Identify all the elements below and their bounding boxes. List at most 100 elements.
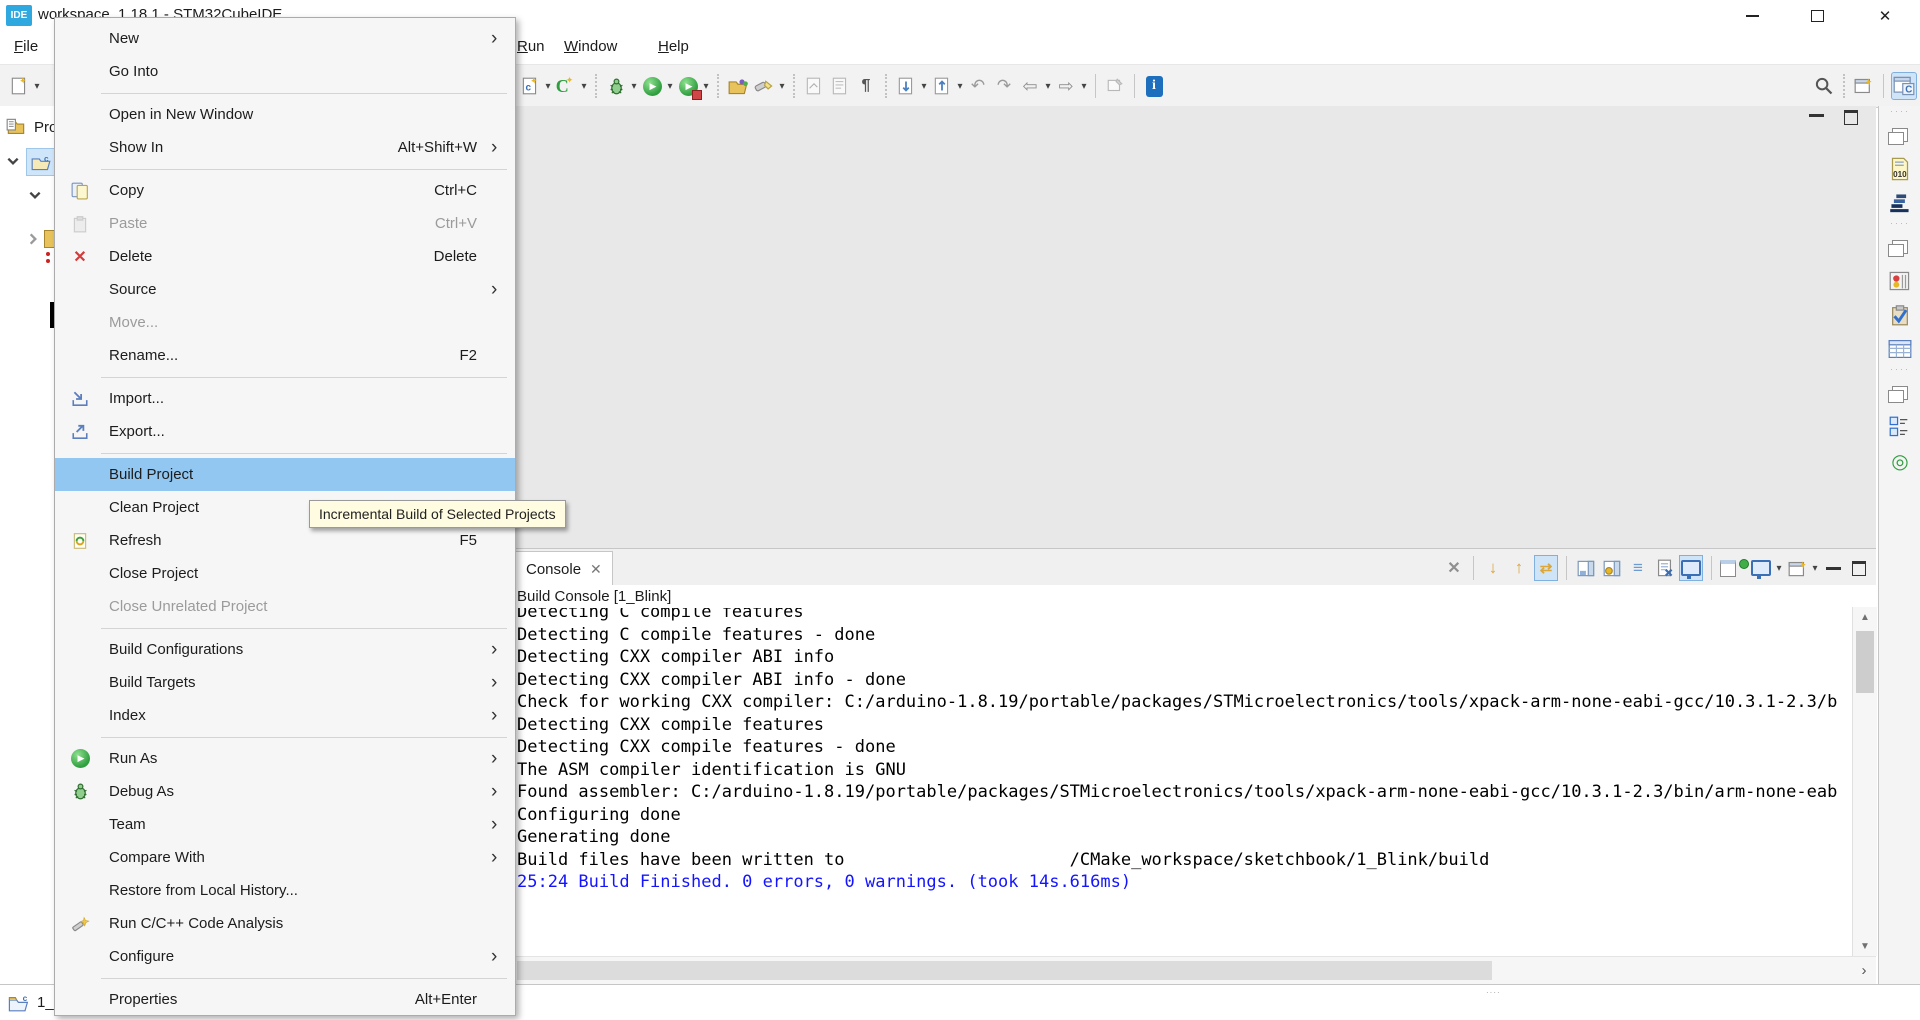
horizontal-scrollbar[interactable]: › <box>515 956 1876 985</box>
tab-close-icon[interactable]: ✕ <box>590 561 602 578</box>
display-selected-console-icon[interactable] <box>1750 556 1772 580</box>
clear-console-icon[interactable] <box>1653 556 1675 580</box>
build-file-icon[interactable] <box>802 73 826 99</box>
menu-item-move[interactable]: Move... <box>55 306 515 339</box>
restore-button[interactable] <box>1794 0 1840 32</box>
new-wizard-dropdown[interactable] <box>32 73 42 99</box>
pilcrow-icon[interactable] <box>854 73 878 99</box>
restore-views-icon[interactable] <box>1879 120 1920 150</box>
menu-item-paste[interactable]: Paste Ctrl+V <box>55 207 515 240</box>
menu-item-open-in-new-window[interactable]: Open in New Window <box>55 98 515 131</box>
scrollbar-thumb[interactable] <box>1856 631 1874 693</box>
minimize-editor-button[interactable] <box>1809 114 1824 117</box>
run-icon[interactable] <box>640 73 664 99</box>
menu-help[interactable]: Help <box>652 36 695 64</box>
minimize-button[interactable] <box>1729 0 1775 32</box>
menu-item-team[interactable]: Team <box>55 808 515 841</box>
new-c-file-icon[interactable]: c <box>518 73 542 99</box>
scrollbar-thumb[interactable] <box>517 961 1492 980</box>
flashlight-dropdown[interactable] <box>777 73 787 99</box>
menu-item-copy[interactable]: Copy Ctrl+C <box>55 174 515 207</box>
document-icon[interactable] <box>828 73 852 99</box>
binary-view-icon[interactable]: 010 <box>1879 154 1920 184</box>
target-view-icon[interactable] <box>1879 446 1920 476</box>
forward-dropdown[interactable] <box>1079 73 1089 99</box>
menu-item-export[interactable]: Export... <box>55 415 515 448</box>
menu-item-source[interactable]: Source <box>55 273 515 306</box>
previous-error-icon[interactable] <box>1508 556 1530 580</box>
menu-item-new[interactable]: New <box>55 22 515 55</box>
previous-annotation-icon[interactable] <box>930 73 954 99</box>
next-annotation-dropdown[interactable] <box>919 73 929 99</box>
menu-item-configure[interactable]: Configure <box>55 940 515 973</box>
outline-view-icon[interactable] <box>1879 412 1920 442</box>
tasks-view-icon[interactable] <box>1879 300 1920 330</box>
word-wrap-icon[interactable] <box>1627 556 1649 580</box>
tree-chevron-expanded-2[interactable] <box>28 188 42 206</box>
display-console-dropdown[interactable] <box>1774 555 1784 581</box>
menu-item-properties[interactable]: Properties Alt+Enter <box>55 983 515 1016</box>
last-edit-back-icon[interactable] <box>966 73 990 99</box>
menu-item-build-project[interactable]: Build Project <box>55 458 515 491</box>
forward-icon[interactable] <box>1054 73 1078 99</box>
scroll-up-icon[interactable]: ▲ <box>1853 607 1877 627</box>
scroll-right-icon[interactable]: › <box>1854 961 1874 980</box>
open-console-icon[interactable] <box>1786 556 1808 580</box>
pin-editor-icon[interactable] <box>1103 73 1127 99</box>
last-edit-forward-icon[interactable] <box>992 73 1016 99</box>
menu-item-run-code-analysis[interactable]: Run C/C++ Code Analysis <box>55 907 515 940</box>
back-dropdown[interactable] <box>1043 73 1053 99</box>
menu-item-debug-as[interactable]: Debug As <box>55 775 515 808</box>
new-wizard-icon[interactable] <box>7 73 31 99</box>
search-icon[interactable] <box>1812 73 1836 99</box>
new-cpp-project-icon[interactable]: C ✦ <box>554 73 578 99</box>
selected-project-item[interactable]: c <box>26 148 56 176</box>
menu-file[interactable]: File <box>8 36 44 64</box>
flashlight-search-icon[interactable] <box>752 73 776 99</box>
terminate-icon[interactable] <box>1443 556 1465 580</box>
debug-dropdown[interactable] <box>629 73 639 99</box>
project-explorer-tab[interactable]: Pro <box>6 118 57 136</box>
lock-console-icon[interactable] <box>1601 556 1623 580</box>
close-button[interactable]: ✕ <box>1862 0 1908 32</box>
info-icon[interactable]: i <box>1142 73 1166 99</box>
next-error-icon[interactable] <box>1482 556 1504 580</box>
open-console-dropdown[interactable] <box>1810 555 1820 581</box>
cpp-perspective-icon[interactable]: C <box>1891 72 1917 100</box>
table-view-icon[interactable] <box>1879 334 1920 364</box>
menu-item-build-configurations[interactable]: Build Configurations <box>55 633 515 666</box>
back-icon[interactable] <box>1018 73 1042 99</box>
menu-item-run-as[interactable]: Run As <box>55 742 515 775</box>
open-log-icon[interactable] <box>1575 556 1597 580</box>
menu-item-rename[interactable]: Rename... F2 <box>55 339 515 372</box>
new-c-file-dropdown[interactable] <box>543 73 553 99</box>
profile-icon[interactable] <box>676 73 702 100</box>
menu-item-close-unrelated-project[interactable]: Close Unrelated Project <box>55 590 515 623</box>
open-perspective-icon[interactable] <box>1852 73 1876 99</box>
menu-item-restore-from-local-history[interactable]: Restore from Local History... <box>55 874 515 907</box>
console-tab[interactable]: Console ✕ <box>515 551 613 586</box>
scroll-down-icon[interactable]: ▼ <box>1853 936 1877 956</box>
new-cpp-project-dropdown[interactable] <box>579 73 589 99</box>
debug-icon[interactable] <box>604 73 628 99</box>
panel-drag-handle[interactable] <box>1486 988 1496 996</box>
maximize-panel-icon[interactable] <box>1848 556 1870 580</box>
minimize-panel-icon[interactable] <box>1822 556 1844 580</box>
stack-analyzer-icon[interactable] <box>1879 188 1920 218</box>
run-dropdown[interactable] <box>665 73 675 99</box>
menu-item-index[interactable]: Index <box>55 699 515 732</box>
restore-views-icon-3[interactable] <box>1879 378 1920 408</box>
menu-item-refresh[interactable]: Refresh F5 <box>55 524 515 557</box>
show-error-console-icon[interactable] <box>1534 555 1558 581</box>
image-view-icon[interactable] <box>1879 266 1920 296</box>
tree-chevron-expanded[interactable] <box>6 154 20 172</box>
vertical-scrollbar[interactable]: ▲ ▼ <box>1852 607 1877 956</box>
menu-item-compare-with[interactable]: Compare With <box>55 841 515 874</box>
pin-console-icon[interactable] <box>1720 556 1749 580</box>
open-folder-icon[interactable] <box>726 73 750 99</box>
tree-chevron-collapsed[interactable] <box>26 232 40 250</box>
menu-run[interactable]: Run <box>511 36 551 64</box>
menu-item-delete[interactable]: DeleteDelete <box>55 240 515 273</box>
menu-item-close-project[interactable]: Close Project <box>55 557 515 590</box>
next-annotation-icon[interactable] <box>894 73 918 99</box>
